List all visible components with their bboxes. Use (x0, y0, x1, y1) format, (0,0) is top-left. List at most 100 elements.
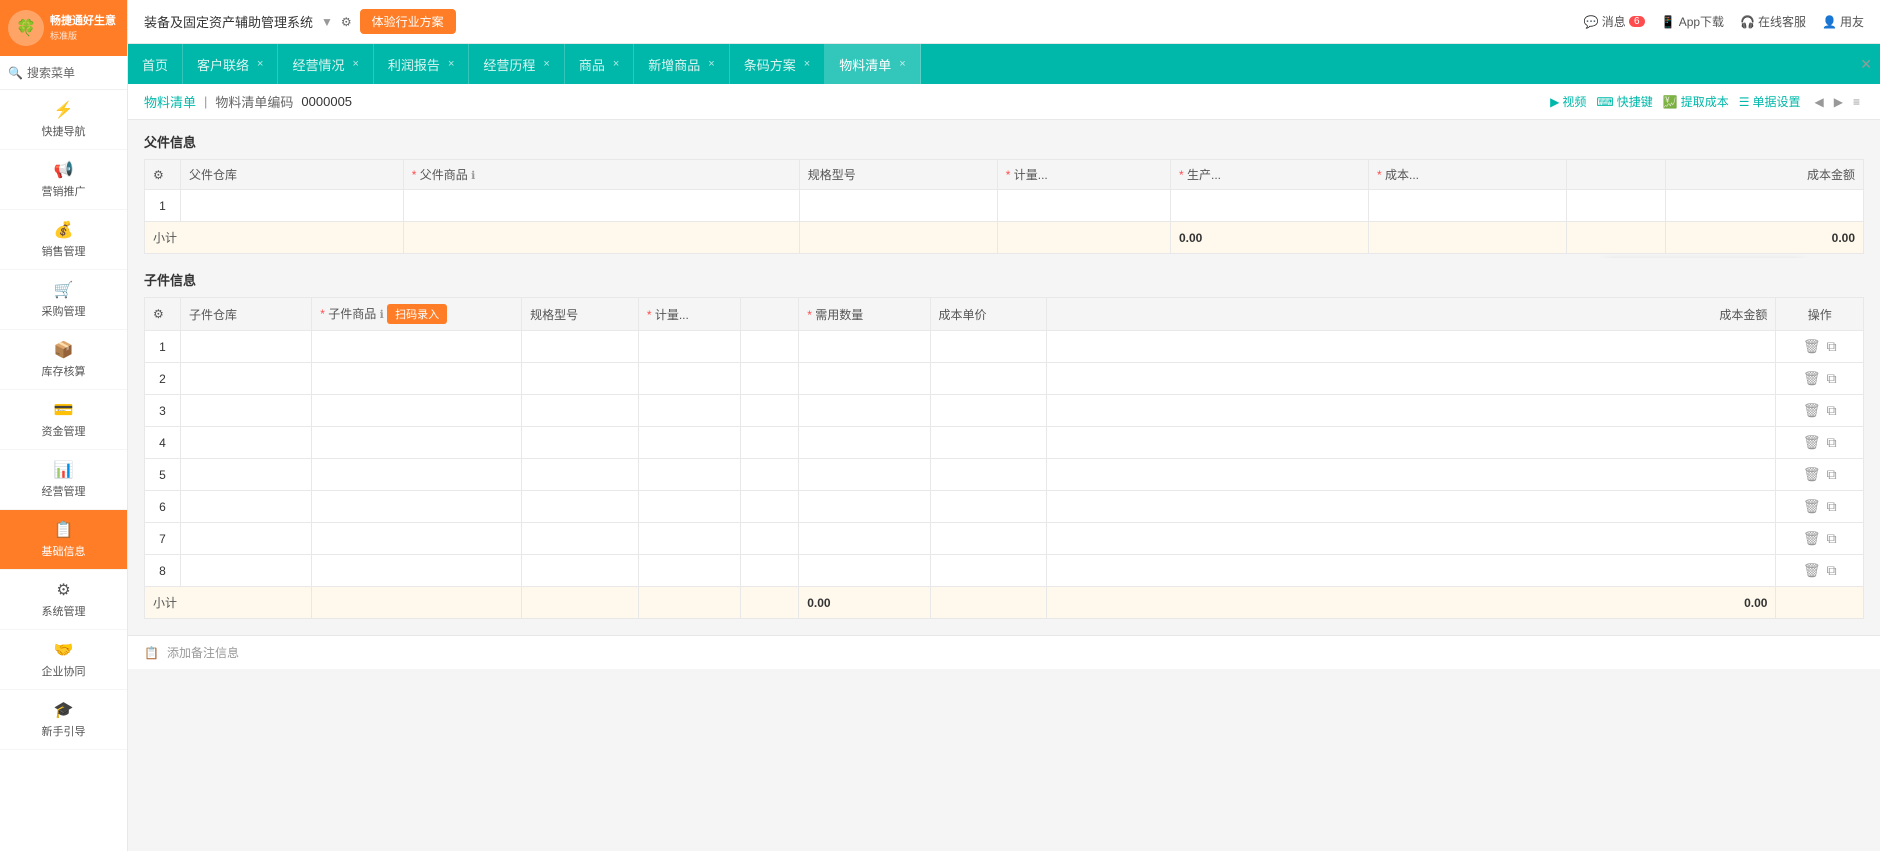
dropdown-icon[interactable]: ▼ (321, 15, 333, 29)
child-row-2-spec[interactable] (522, 363, 639, 395)
tab-close-all[interactable]: ✕ (1852, 44, 1880, 84)
copy-row-6-btn[interactable]: ⧉ (1827, 498, 1837, 515)
child-row-3-unit[interactable] (638, 395, 740, 427)
parent-row-1-unit[interactable] (997, 190, 1170, 222)
app-download-btn[interactable]: 📱 App下载 (1661, 13, 1724, 30)
sidebar-item-finance[interactable]: 💳 资金管理 (0, 390, 127, 450)
scan-btn[interactable]: 扫码录入 (387, 304, 447, 324)
child-row-5-warehouse[interactable] (181, 459, 312, 491)
parent-row-1-produce[interactable] (1171, 190, 1369, 222)
child-row-6-unit-cost[interactable] (930, 491, 1047, 523)
sidebar-item-system[interactable]: ⚙ 系统管理 (0, 570, 127, 630)
child-row-2-qty[interactable] (799, 363, 930, 395)
child-row-8-unit-cost[interactable] (930, 555, 1047, 587)
delete-row-8-btn[interactable]: 🗑 (1803, 562, 1821, 579)
parent-row-1-goods[interactable] (403, 190, 799, 222)
tab-operations[interactable]: 经营情况 × (278, 44, 373, 84)
copy-row-3-btn[interactable]: ⧉ (1827, 402, 1837, 419)
child-row-2-unit[interactable] (638, 363, 740, 395)
tab-home[interactable]: 首页 (128, 44, 183, 84)
child-row-8-qty[interactable] (799, 555, 930, 587)
delete-row-2-btn[interactable]: 🗑 (1803, 370, 1821, 387)
child-row-3-goods[interactable] (312, 395, 522, 427)
child-row-4-warehouse[interactable] (181, 427, 312, 459)
tab-profit[interactable]: 利润报告 × (374, 44, 469, 84)
page-next-btn[interactable]: ▶ (1830, 93, 1847, 111)
child-row-6-unit[interactable] (638, 491, 740, 523)
child-row-7-unit-cost[interactable] (930, 523, 1047, 555)
child-row-5-goods[interactable] (312, 459, 522, 491)
sidebar-item-inventory[interactable]: 📦 库存核算 (0, 330, 127, 390)
tab-barcode-close[interactable]: × (804, 58, 810, 70)
tab-new-goods[interactable]: 新增商品 × (634, 44, 729, 84)
delete-row-3-btn[interactable]: 🗑 (1803, 402, 1821, 419)
online-service-btn[interactable]: 🎧 在线客服 (1740, 13, 1806, 30)
message-btn[interactable]: 💬 消息 6 (1584, 13, 1645, 30)
tab-history[interactable]: 经营历程 × (469, 44, 564, 84)
sidebar-search[interactable]: 🔍 搜索菜单 (0, 56, 127, 90)
child-row-1-unit-cost[interactable] (930, 331, 1047, 363)
settings-icon[interactable]: ⚙ (341, 15, 352, 29)
child-row-6-spec[interactable] (522, 491, 639, 523)
page-prev-btn[interactable]: ◀ (1811, 93, 1828, 111)
sidebar-item-sales[interactable]: 💰 销售管理 (0, 210, 127, 270)
delete-row-5-btn[interactable]: 🗑 (1803, 466, 1821, 483)
child-row-8-warehouse[interactable] (181, 555, 312, 587)
copy-row-8-btn[interactable]: ⧉ (1827, 562, 1837, 579)
sidebar-item-quick-nav[interactable]: ⚡ 快捷导航 (0, 90, 127, 150)
child-row-7-spec[interactable] (522, 523, 639, 555)
sidebar-item-guide[interactable]: 🎓 新手引导 (0, 690, 127, 750)
action-cost-btn[interactable]: 💹 提取成本 (1663, 93, 1729, 110)
child-row-2-unit-cost[interactable] (930, 363, 1047, 395)
child-row-7-unit[interactable] (638, 523, 740, 555)
copy-row-2-btn[interactable]: ⧉ (1827, 370, 1837, 387)
child-row-5-spec[interactable] (522, 459, 639, 491)
child-row-6-qty[interactable] (799, 491, 930, 523)
tab-bom[interactable]: 物料清单 × (825, 44, 920, 84)
child-row-7-warehouse[interactable] (181, 523, 312, 555)
sidebar-item-purchase[interactable]: 🛒 采购管理 (0, 270, 127, 330)
child-row-8-goods[interactable] (312, 555, 522, 587)
child-row-7-qty[interactable] (799, 523, 930, 555)
child-row-4-unit-cost[interactable] (930, 427, 1047, 459)
page-expand-btn[interactable]: ≡ (1849, 93, 1864, 111)
child-row-3-warehouse[interactable] (181, 395, 312, 427)
child-row-6-warehouse[interactable] (181, 491, 312, 523)
child-col-gear[interactable]: ⚙ (145, 298, 181, 331)
parent-row-1-spec[interactable] (799, 190, 997, 222)
child-row-1-spec[interactable] (522, 331, 639, 363)
sidebar-item-operation[interactable]: 📊 经营管理 (0, 450, 127, 510)
tab-history-close[interactable]: × (543, 58, 549, 70)
child-row-4-unit[interactable] (638, 427, 740, 459)
delete-row-6-btn[interactable]: 🗑 (1803, 498, 1821, 515)
child-row-5-unit[interactable] (638, 459, 740, 491)
child-row-8-spec[interactable] (522, 555, 639, 587)
copy-row-5-btn[interactable]: ⧉ (1827, 466, 1837, 483)
sidebar-item-marketing[interactable]: 📢 营销推广 (0, 150, 127, 210)
tab-profit-close[interactable]: × (448, 58, 454, 70)
trial-btn[interactable]: 体验行业方案 (360, 9, 456, 34)
delete-row-7-btn[interactable]: 🗑 (1803, 530, 1821, 547)
user-btn[interactable]: 👤 用友 (1822, 13, 1864, 30)
child-row-1-goods[interactable] (312, 331, 522, 363)
tab-customer[interactable]: 客户联络 × (183, 44, 278, 84)
child-row-5-unit-cost[interactable] (930, 459, 1047, 491)
child-row-6-goods[interactable] (312, 491, 522, 523)
child-row-3-unit-cost[interactable] (930, 395, 1047, 427)
child-row-2-warehouse[interactable] (181, 363, 312, 395)
child-row-7-goods[interactable] (312, 523, 522, 555)
child-row-3-spec[interactable] (522, 395, 639, 427)
delete-row-1-btn[interactable]: 🗑 (1803, 338, 1821, 355)
tab-barcode[interactable]: 条码方案 × (730, 44, 825, 84)
parent-row-1-cost[interactable] (1369, 190, 1567, 222)
child-row-3-qty[interactable] (799, 395, 930, 427)
tab-customer-close[interactable]: × (257, 58, 263, 70)
child-row-4-goods[interactable] (312, 427, 522, 459)
parent-row-1-warehouse[interactable] (181, 190, 404, 222)
child-row-4-spec[interactable] (522, 427, 639, 459)
action-settings-btn[interactable]: ☰ 单据设置 (1739, 93, 1801, 110)
copy-row-1-btn[interactable]: ⧉ (1827, 338, 1837, 355)
child-row-1-warehouse[interactable] (181, 331, 312, 363)
tab-bom-close[interactable]: × (899, 58, 905, 70)
bottom-hint-text[interactable]: 添加备注信息 (167, 644, 239, 661)
